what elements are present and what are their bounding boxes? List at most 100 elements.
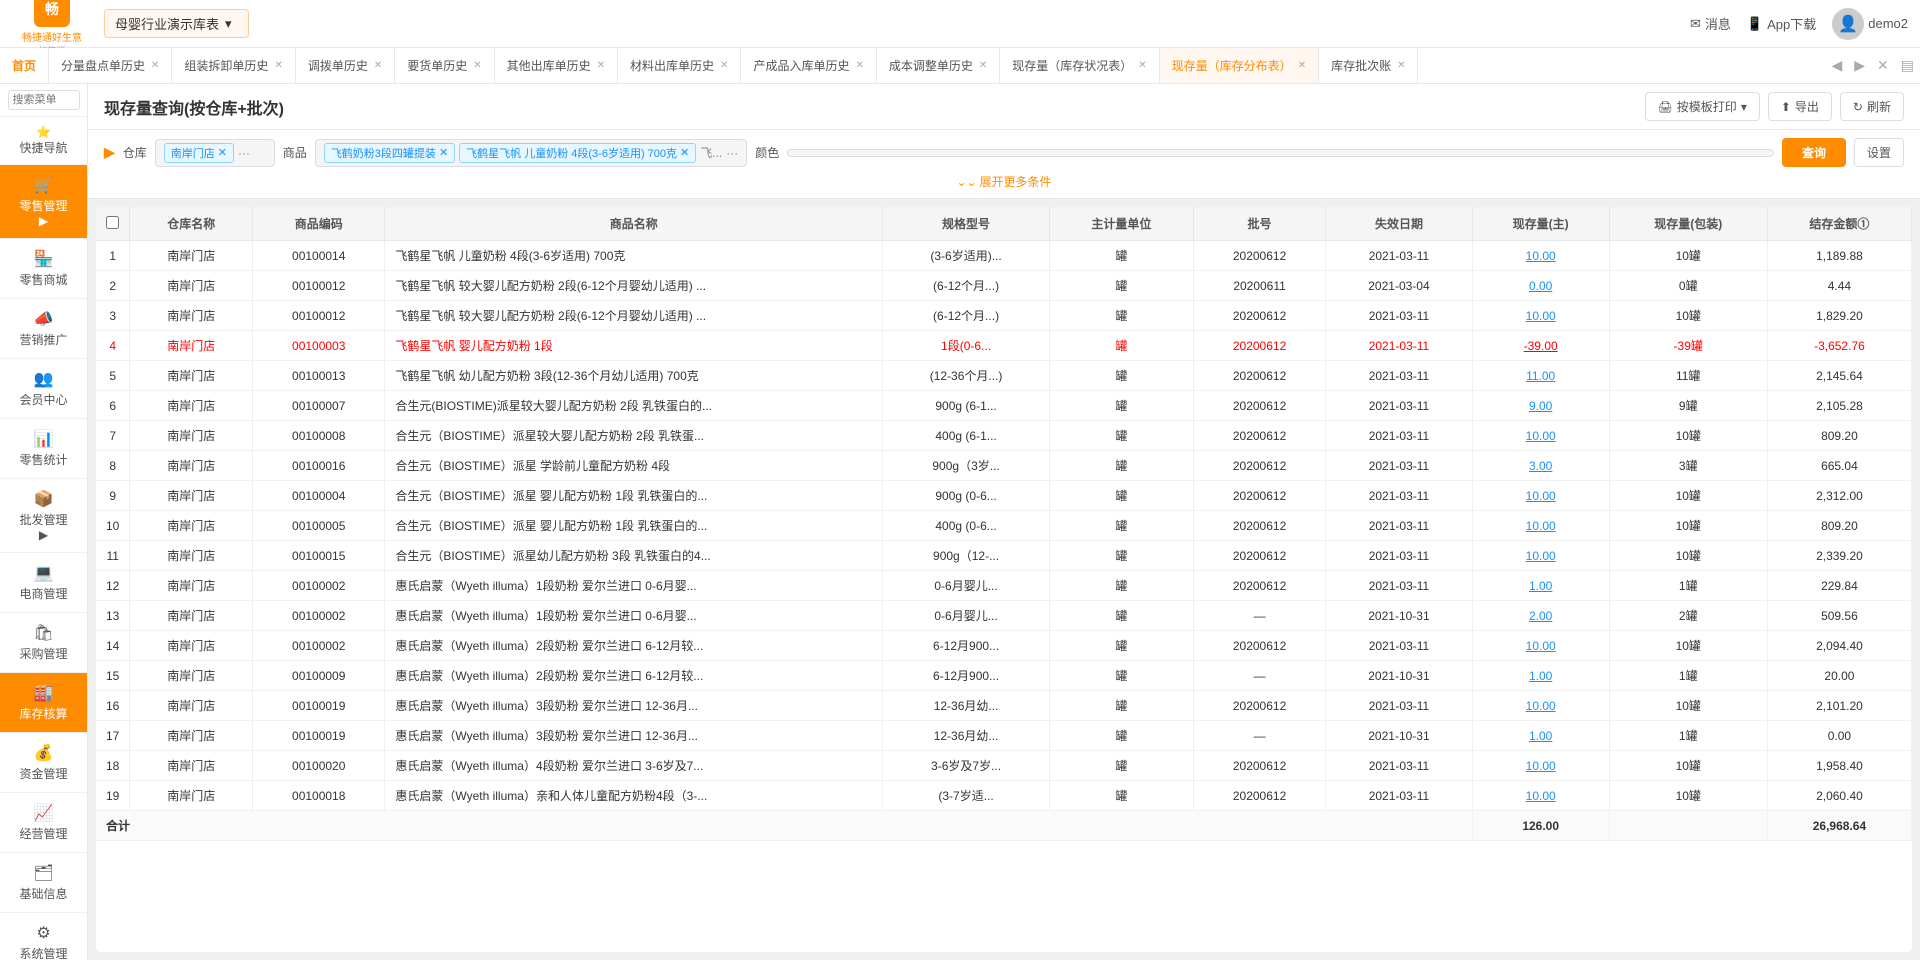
search-input[interactable]: [8, 90, 80, 110]
row-qty-pkg: 10罐: [1609, 691, 1767, 721]
company-selector[interactable]: 母婴行业演示库表 ▾: [104, 9, 249, 38]
tab-9[interactable]: 现存量（库存状况表） ✕: [1000, 48, 1159, 84]
warehouse-filter-label: 仓库: [123, 144, 147, 161]
row-warehouse: 南岸门店: [130, 301, 253, 331]
product-filter-group[interactable]: 飞鹤奶粉3段四罐提装 ✕ 飞鹤星飞帆 儿童奶粉 4段(3-6岁适用) 700克 …: [315, 139, 747, 167]
tag-close-icon[interactable]: ✕: [439, 146, 448, 159]
tab-2[interactable]: 组装拆卸单历史 ✕: [172, 48, 295, 84]
sidebar-item-retail-mgmt[interactable]: 🛒 零售管理 ▶: [0, 165, 87, 239]
product-tag-2[interactable]: 飞鹤星飞帆 儿童奶粉 4段(3-6岁适用) 700克 ✕: [459, 143, 696, 163]
row-qty-main[interactable]: 2.00: [1472, 601, 1609, 631]
user-area[interactable]: 👤 demo2: [1832, 8, 1908, 40]
app-download-label: App下载: [1767, 14, 1816, 33]
sidebar-item-retail-stats[interactable]: 📊 零售统计: [0, 419, 87, 479]
row-qty-main[interactable]: 10.00: [1472, 781, 1609, 811]
sidebar-item-operation[interactable]: 📈 经营管理: [0, 793, 87, 853]
warehouse-tag-1[interactable]: 南岸门店 ✕: [164, 143, 234, 163]
tab-menu-icon[interactable]: ▤: [1895, 57, 1920, 74]
sidebar-item-inventory[interactable]: 🏭 库存核算: [0, 673, 87, 733]
close-icon[interactable]: ✕: [151, 60, 159, 71]
close-icon[interactable]: ✕: [720, 60, 728, 71]
row-qty-main[interactable]: 1.00: [1472, 661, 1609, 691]
tab-prev-icon[interactable]: ◀: [1825, 57, 1848, 74]
product-tag-1[interactable]: 飞鹤奶粉3段四罐提装 ✕: [324, 143, 455, 163]
message-btn[interactable]: ✉ 消息: [1690, 14, 1731, 33]
row-qty-main[interactable]: 11.00: [1472, 361, 1609, 391]
row-qty-main[interactable]: -39.00: [1472, 331, 1609, 361]
filter-more-icon[interactable]: ···: [726, 146, 738, 160]
col-checkbox[interactable]: [96, 207, 130, 241]
close-icon[interactable]: ✕: [979, 60, 987, 71]
tag-close-icon[interactable]: ✕: [680, 146, 689, 159]
row-qty-main[interactable]: 10.00: [1472, 691, 1609, 721]
warehouse-filter-group[interactable]: 南岸门店 ✕ ···: [155, 139, 275, 167]
row-qty-main[interactable]: 1.00: [1472, 571, 1609, 601]
row-qty-main[interactable]: 1.00: [1472, 721, 1609, 751]
col-unit: 主计量单位: [1049, 207, 1193, 241]
refresh-button[interactable]: ↻ 刷新: [1840, 92, 1904, 121]
tab-5[interactable]: 其他出库单历史 ✕: [495, 48, 618, 84]
tab-4[interactable]: 要货单历史 ✕: [395, 48, 494, 84]
row-qty-main[interactable]: 3.00: [1472, 451, 1609, 481]
template-print-button[interactable]: 🖨 按模板打印 ▾: [1645, 92, 1760, 121]
row-name: 惠氏启蒙（Wyeth illuma）2段奶粉 爱尔兰进口 6-12月较...: [385, 661, 883, 691]
row-qty-main[interactable]: 10.00: [1472, 751, 1609, 781]
export-button[interactable]: ⬆ 导出: [1768, 92, 1832, 121]
expand-collapse-btn[interactable]: ▶: [104, 144, 115, 161]
sidebar-item-system[interactable]: ⚙ 系统管理: [0, 913, 87, 960]
table-row: 7 南岸门店 00100008 合生元（BIOSTIME）派星较大婴儿配方奶粉 …: [96, 421, 1912, 451]
color-filter-group[interactable]: [787, 149, 1774, 157]
expand-conditions-btn[interactable]: ⌄⌄ 展开更多条件: [956, 173, 1051, 190]
row-qty-main[interactable]: 9.00: [1472, 391, 1609, 421]
row-qty-main[interactable]: 10.00: [1472, 421, 1609, 451]
sidebar-item-retail-shop[interactable]: 🏪 零售商城: [0, 239, 87, 299]
tab-home[interactable]: 首页: [0, 48, 49, 84]
settings-button[interactable]: 设置: [1854, 138, 1904, 167]
app-download-btn[interactable]: 📱 App下载: [1747, 14, 1816, 33]
tab-3[interactable]: 调拨单历史 ✕: [296, 48, 395, 84]
sidebar-item-base[interactable]: 🗂 基础信息: [0, 853, 87, 913]
sidebar-item-ecommerce[interactable]: 💻 电商管理: [0, 553, 87, 613]
sidebar-item-finance[interactable]: 💰 资金管理: [0, 733, 87, 793]
row-qty-main[interactable]: 10.00: [1472, 541, 1609, 571]
tab-next-icon[interactable]: ▶: [1848, 57, 1871, 74]
tab-1[interactable]: 分量盘点单历史 ✕: [49, 48, 172, 84]
close-icon[interactable]: ✕: [855, 60, 863, 71]
close-icon[interactable]: ✕: [1397, 60, 1405, 71]
tab-11[interactable]: 库存批次账 ✕: [1319, 48, 1418, 84]
row-qty-main[interactable]: 10.00: [1472, 511, 1609, 541]
query-button[interactable]: 查询: [1782, 138, 1846, 167]
tab-6[interactable]: 材料出库单历史 ✕: [618, 48, 741, 84]
sidebar-item-wholesale[interactable]: 📦 批发管理 ▶: [0, 479, 87, 553]
row-qty-main[interactable]: 10.00: [1472, 631, 1609, 661]
close-icon[interactable]: ✕: [1298, 60, 1306, 71]
row-batch: 20200612: [1193, 511, 1325, 541]
sidebar-shortcut[interactable]: ⭐ 快捷导航: [0, 117, 87, 165]
filter-more-icon[interactable]: ···: [238, 146, 250, 160]
tag-close-icon[interactable]: ✕: [218, 146, 227, 159]
sidebar-item-member[interactable]: 👥 会员中心: [0, 359, 87, 419]
row-batch: 20200612: [1193, 571, 1325, 601]
col-name: 商品名称: [385, 207, 883, 241]
select-all-checkbox[interactable]: [106, 216, 119, 229]
row-qty-main[interactable]: 10.00: [1472, 481, 1609, 511]
row-qty-main[interactable]: 0.00: [1472, 271, 1609, 301]
row-qty-main[interactable]: 10.00: [1472, 301, 1609, 331]
chevron-down-icon: ▾: [225, 16, 232, 32]
row-qty-main[interactable]: 10.00: [1472, 241, 1609, 271]
refresh-icon: ↻: [1853, 100, 1863, 114]
close-icon[interactable]: ✕: [597, 60, 605, 71]
row-unit: 罐: [1049, 661, 1193, 691]
close-icon[interactable]: ✕: [473, 60, 481, 71]
tab-10[interactable]: 现存量（库存分布表） ✕: [1160, 48, 1319, 84]
close-icon[interactable]: ✕: [374, 60, 382, 71]
tab-close-icon[interactable]: ✕: [1871, 57, 1895, 74]
tab-8[interactable]: 成本调整单历史 ✕: [877, 48, 1000, 84]
sidebar-item-purchase[interactable]: 🛍 采购管理: [0, 613, 87, 673]
close-icon[interactable]: ✕: [1138, 60, 1146, 71]
sidebar-item-marketing[interactable]: 📣 营销推广: [0, 299, 87, 359]
row-spec: 900g（12-...: [883, 541, 1050, 571]
close-icon[interactable]: ✕: [274, 60, 282, 71]
product-more-label[interactable]: 飞...: [700, 144, 722, 161]
tab-7[interactable]: 产成品入库单历史 ✕: [741, 48, 876, 84]
